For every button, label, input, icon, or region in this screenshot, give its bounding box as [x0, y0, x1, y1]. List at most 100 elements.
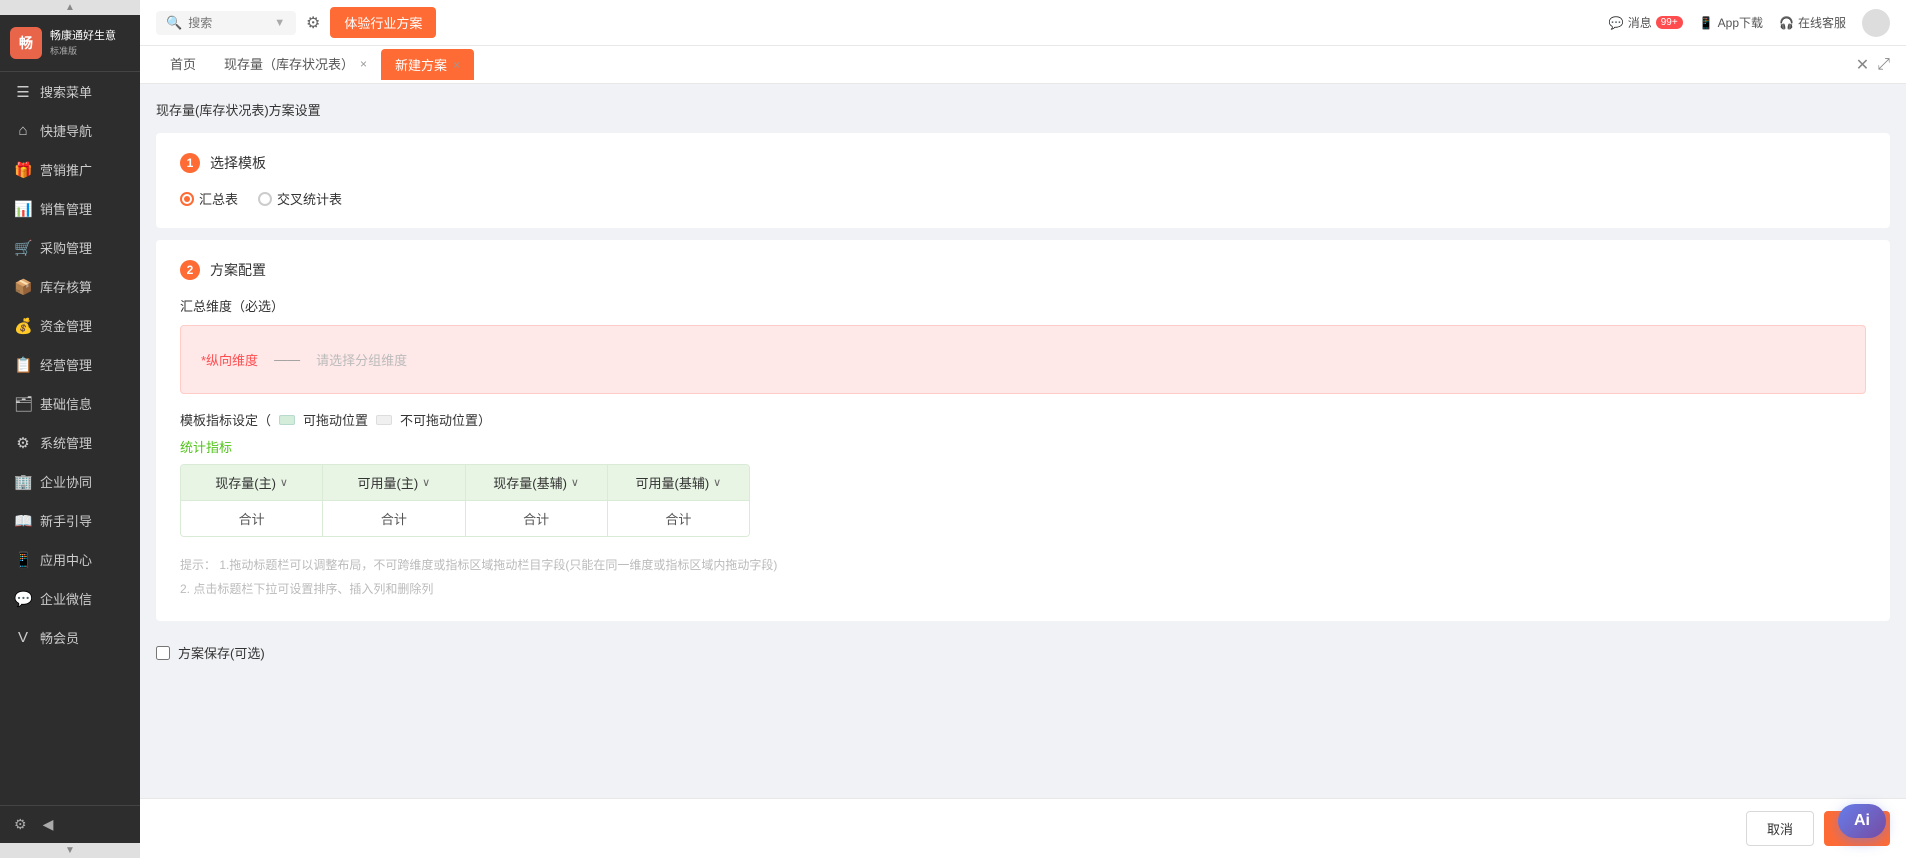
stat-col-arrow-0[interactable]: ∨	[280, 476, 288, 489]
tab-inventory-close[interactable]: ×	[360, 57, 367, 71]
sidebar-item-basic-info[interactable]: 🗂 基础信息	[0, 384, 140, 423]
sidebar-item-purchase[interactable]: 🛒 采购管理	[0, 228, 140, 267]
toggle-icon[interactable]: ◀	[43, 816, 54, 833]
expand-icon[interactable]: ⤢	[1877, 56, 1890, 74]
settings-icon[interactable]: ⚙	[14, 816, 27, 833]
close-icon[interactable]: ✕	[1856, 55, 1869, 75]
stat-col-0[interactable]: 现存量(主) ∨	[181, 465, 323, 500]
sidebar-item-inventory[interactable]: 📦 库存核算	[0, 267, 140, 306]
stat-col-arrow-2[interactable]: ∨	[571, 476, 579, 489]
tip-1: 2. 点击标题栏下拉可设置排序、插入列和删除列	[180, 577, 1866, 601]
message-label: 消息	[1628, 14, 1652, 31]
bottom-bar: 取消 查询	[140, 798, 1906, 858]
step1-title: 选择模板	[210, 153, 266, 173]
sidebar-icon-company: 🏢	[14, 473, 32, 491]
settings-gear-icon[interactable]: ⚙	[306, 13, 320, 33]
sidebar-item-operation[interactable]: 📋 经营管理	[0, 345, 140, 384]
sidebar-label-wechat: 企业微信	[40, 589, 92, 608]
app-download-btn[interactable]: 📱 App下载	[1699, 14, 1763, 31]
sidebar-item-quick-nav[interactable]: ⌂ 快捷导航	[0, 111, 140, 150]
sidebar-item-company[interactable]: 🏢 企业协同	[0, 462, 140, 501]
radio-cross[interactable]: 交叉统计表	[258, 189, 342, 208]
sidebar-label-finance: 资金管理	[40, 316, 92, 335]
draggable-badge	[279, 415, 295, 425]
tabbar-actions: ✕ ⤢	[1856, 55, 1890, 75]
logo-badge: 标准版	[50, 44, 116, 57]
stat-col-arrow-3[interactable]: ∨	[713, 476, 721, 489]
stat-table-body: 合计合计合计合计	[181, 500, 749, 536]
sidebar-item-sales[interactable]: 📊 销售管理	[0, 189, 140, 228]
step1-header: 1 选择模板	[180, 153, 1866, 173]
dropdown-icon[interactable]: ▼	[274, 17, 285, 29]
sidebar-item-new-guide[interactable]: 📖 新手引导	[0, 501, 140, 540]
sidebar-item-wechat[interactable]: 💬 企业微信	[0, 579, 140, 618]
radio-summary-circle	[180, 192, 194, 206]
topbar: 🔍 ▼ ⚙ 体验行业方案 💬 消息 99+ 📱 App下载 🎧 在线客服	[140, 0, 1906, 46]
sidebar-icon-operation: 📋	[14, 356, 32, 374]
indicator-config-text: 模板指标设定（	[180, 410, 271, 429]
draggable-text: 可拖动位置	[303, 410, 368, 429]
non-draggable-badge	[376, 415, 392, 425]
stat-col-3[interactable]: 可用量(基辅) ∨	[608, 465, 749, 500]
message-btn[interactable]: 💬 消息 99+	[1609, 14, 1683, 31]
stat-col-label-0: 现存量(主)	[215, 473, 276, 492]
stat-col-1[interactable]: 可用量(主) ∨	[323, 465, 465, 500]
sidebar-item-finance[interactable]: 💰 资金管理	[0, 306, 140, 345]
indicator-config-label: 模板指标设定（ 可拖动位置 不可拖动位置）	[180, 410, 1866, 429]
stat-cell-2: 合计	[466, 501, 608, 536]
tip-0: 提示： 1.拖动标题栏可以调整布局，不可跨维度或指标区域拖动栏目字段(只能在同一…	[180, 553, 1866, 577]
step1-number: 1	[180, 153, 200, 173]
sidebar-label-marketing: 营销推广	[40, 160, 92, 179]
sidebar-scroll-up[interactable]: ▲	[0, 0, 140, 15]
dimension-section-label: 汇总维度（必选）	[180, 296, 1866, 315]
stat-col-label-2: 现存量(基辅)	[493, 473, 567, 492]
sidebar-item-app-center[interactable]: 📱 应用中心	[0, 540, 140, 579]
user-avatar[interactable]	[1862, 9, 1890, 37]
sidebar-icon-purchase: 🛒	[14, 239, 32, 257]
sidebar-logo: 畅 畅康通好生意 标准版	[0, 15, 140, 72]
stat-col-label-1: 可用量(主)	[358, 473, 419, 492]
vertical-dimension-label: *纵向维度	[201, 350, 258, 369]
sidebar-label-system: 系统管理	[40, 433, 92, 452]
sidebar-scroll-down[interactable]: ▼	[0, 843, 140, 858]
logo-icon: 畅	[10, 27, 42, 59]
non-draggable-text: 不可拖动位置）	[400, 410, 491, 429]
search-icon: 🔍	[166, 15, 182, 31]
sidebar-item-marketing[interactable]: 🎁 营销推广	[0, 150, 140, 189]
save-label: 方案保存(可选)	[178, 643, 265, 662]
main-area: 🔍 ▼ ⚙ 体验行业方案 💬 消息 99+ 📱 App下载 🎧 在线客服	[140, 0, 1906, 858]
dimension-area[interactable]: *纵向维度 —— 请选择分组维度	[180, 325, 1866, 394]
page-title: 现存量(库存状况表)方案设置	[156, 100, 1890, 119]
radio-summary[interactable]: 汇总表	[180, 189, 238, 208]
sidebar-icon-search-menu: ☰	[14, 83, 32, 101]
sidebar-label-quick-nav: 快捷导航	[40, 121, 92, 140]
sidebar-item-search-menu[interactable]: ☰ 搜索菜单	[0, 72, 140, 111]
tab-new-plan[interactable]: 新建方案 ×	[381, 49, 474, 80]
sidebar-icon-new-guide: 📖	[14, 512, 32, 530]
stat-col-arrow-1[interactable]: ∨	[422, 476, 430, 489]
stat-cell-1: 合计	[323, 501, 465, 536]
search-input[interactable]	[188, 16, 268, 30]
tab-new-close[interactable]: ×	[453, 58, 460, 72]
step2-card: 2 方案配置 汇总维度（必选） *纵向维度 —— 请选择分组维度 模板指标设定（…	[156, 240, 1890, 621]
tab-home-label: 首页	[170, 54, 196, 73]
tab-home[interactable]: 首页	[156, 46, 210, 83]
sidebar-item-member[interactable]: V 畅会员	[0, 618, 140, 657]
dimension-placeholder[interactable]: 请选择分组维度	[316, 350, 407, 369]
sidebar-label-member: 畅会员	[40, 628, 79, 647]
online-service-btn[interactable]: 🎧 在线客服	[1779, 14, 1846, 31]
cancel-button[interactable]: 取消	[1746, 811, 1814, 846]
step2-title: 方案配置	[210, 260, 266, 280]
step2-number: 2	[180, 260, 200, 280]
sidebar-icon-basic-info: 🗂	[14, 395, 32, 413]
save-checkbox[interactable]	[156, 646, 170, 660]
ai-float-button[interactable]: Ai	[1838, 804, 1886, 838]
industry-btn[interactable]: 体验行业方案	[330, 7, 436, 38]
step1-card: 1 选择模板 汇总表 交叉统计表	[156, 133, 1890, 228]
search-box[interactable]: 🔍 ▼	[156, 11, 296, 35]
sidebar-item-system[interactable]: ⚙ 系统管理	[0, 423, 140, 462]
sidebar-label-search-menu: 搜索菜单	[40, 82, 92, 101]
stat-col-2[interactable]: 现存量(基辅) ∨	[466, 465, 608, 500]
sidebar-icon-inventory: 📦	[14, 278, 32, 296]
tab-inventory-status[interactable]: 现存量（库存状况表） ×	[210, 46, 381, 83]
